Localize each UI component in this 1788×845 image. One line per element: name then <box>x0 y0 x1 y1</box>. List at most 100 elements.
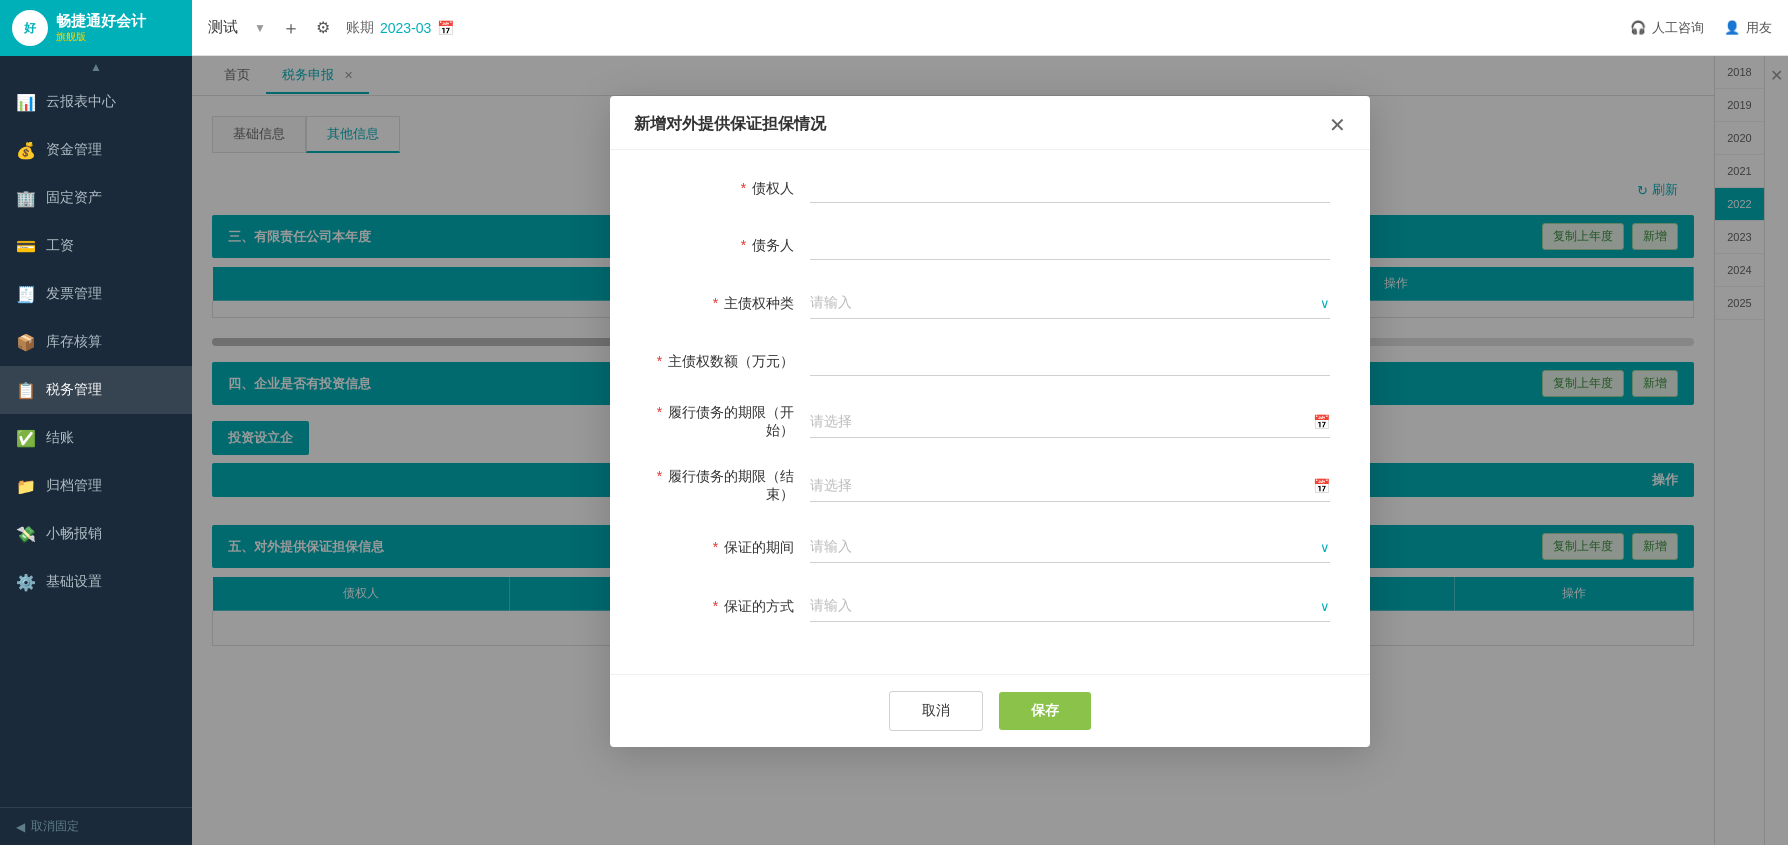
period-value: 2023-03 <box>380 20 431 36</box>
fund-mgmt-label: 资金管理 <box>46 141 102 159</box>
company-dropdown-icon[interactable]: ▼ <box>254 21 266 35</box>
settings-icon[interactable]: ⚙ <box>316 18 330 37</box>
sidebar-bottom-action[interactable]: ◀ 取消固定 <box>0 807 192 845</box>
sidebar-item-invoice-mgmt[interactable]: 🧾 发票管理 <box>0 270 192 318</box>
form-field-debtor: * 债务人 <box>650 231 1330 260</box>
required-mark: * <box>713 598 718 614</box>
invoice-mgmt-label: 发票管理 <box>46 285 102 303</box>
user-button[interactable]: 👤 用友 <box>1724 19 1772 37</box>
sidebar-title-group: 畅捷通好会计 旗舰版 <box>56 12 146 44</box>
app-badge: 旗舰版 <box>56 30 146 44</box>
form-field-creditor: * 债权人 <box>650 174 1330 203</box>
required-mark: * <box>713 539 718 555</box>
input-wrap-creditor <box>810 174 1330 203</box>
required-mark: * <box>741 237 746 253</box>
select-placeholder-guarantee-method: 请输入 <box>810 597 1320 615</box>
basic-settings-label: 基础设置 <box>46 573 102 591</box>
payroll-icon: 💳 <box>16 236 36 256</box>
fund-mgmt-icon: 💰 <box>16 140 36 160</box>
period-selector: 账期 2023-03 📅 <box>346 19 454 37</box>
sidebar-item-archive-mgmt[interactable]: 📁 归档管理 <box>0 462 192 510</box>
service-button[interactable]: 🎧 人工咨询 <box>1630 19 1704 37</box>
sidebar-item-fund-mgmt[interactable]: 💰 资金管理 <box>0 126 192 174</box>
select-placeholder-guarantee-period: 请输入 <box>810 538 1320 556</box>
date-placeholder-start: 请选择 <box>810 413 1313 431</box>
modal-title: 新增对外提供保证担保情况 <box>634 114 826 135</box>
unpin-label: 取消固定 <box>31 818 79 835</box>
tax-mgmt-label: 税务管理 <box>46 381 102 399</box>
modal-close-button[interactable]: ✕ <box>1329 115 1346 135</box>
select-placeholder-debt-type: 请输入 <box>810 294 1320 312</box>
input-wrap-debt-type: 请输入 ∨ <box>810 288 1330 319</box>
required-mark: * <box>657 353 662 369</box>
sidebar-header: 好 畅捷通好会计 旗舰版 <box>0 0 192 56</box>
inventory-icon: 📦 <box>16 332 36 352</box>
sidebar-item-cloud-reports[interactable]: 📊 云报表中心 <box>0 78 192 126</box>
sidebar: 好 畅捷通好会计 旗舰版 ▲ 📊 云报表中心💰 资金管理🏢 固定资产💳 工资🧾 … <box>0 0 192 845</box>
modal-footer: 取消 保存 <box>610 674 1370 747</box>
modal-body: * 债权人 * 债务人 <box>610 150 1370 674</box>
chevron-down-icon: ∨ <box>1320 296 1330 311</box>
sidebar-item-fixed-assets[interactable]: 🏢 固定资产 <box>0 174 192 222</box>
basic-settings-icon: ⚙️ <box>16 572 36 592</box>
sidebar-item-payroll[interactable]: 💳 工资 <box>0 222 192 270</box>
label-debt-amount: * 主债权数额（万元） <box>650 353 810 371</box>
form-field-guarantee-method: * 保证的方式 请输入 ∨ <box>650 591 1330 622</box>
tax-mgmt-icon: 📋 <box>16 380 36 400</box>
checkout-icon: ✅ <box>16 428 36 448</box>
inventory-label: 库存核算 <box>46 333 102 351</box>
select-guarantee-period[interactable]: 请输入 ∨ <box>810 532 1330 563</box>
label-guarantee-period: * 保证的期间 <box>650 539 810 557</box>
modal-header: 新增对外提供保证担保情况 ✕ <box>610 96 1370 150</box>
checkout-label: 结账 <box>46 429 74 447</box>
modal-overlay: 新增对外提供保证担保情况 ✕ * 债权人 <box>192 56 1714 845</box>
fixed-assets-label: 固定资产 <box>46 189 102 207</box>
page-area: 首页 税务申报 ✕ 基础信息 其他信息 <box>192 56 1788 845</box>
date-picker-end[interactable]: 请选择 📅 <box>810 471 1330 502</box>
headset-icon: 🎧 <box>1630 20 1646 35</box>
select-guarantee-method[interactable]: 请输入 ∨ <box>810 591 1330 622</box>
top-bar: 测试 ▼ ＋ ⚙ 账期 2023-03 📅 🎧 人工咨询 👤 用友 <box>192 0 1788 56</box>
required-mark: * <box>657 404 662 420</box>
label-guarantee-method: * 保证的方式 <box>650 598 810 616</box>
input-wrap-debtor <box>810 231 1330 260</box>
label-creditor: * 债权人 <box>650 180 810 198</box>
payroll-label: 工资 <box>46 237 74 255</box>
modal-dialog: 新增对外提供保证担保情况 ✕ * 债权人 <box>610 96 1370 747</box>
sidebar-item-inventory[interactable]: 📦 库存核算 <box>0 318 192 366</box>
expense-icon: 💸 <box>16 524 36 544</box>
sidebar-item-expense[interactable]: 💸 小畅报销 <box>0 510 192 558</box>
calendar-icon-start: 📅 <box>1313 414 1330 430</box>
form-field-debt-amount: * 主债权数额（万元） <box>650 347 1330 376</box>
calendar-icon[interactable]: 📅 <box>437 20 454 36</box>
cancel-button[interactable]: 取消 <box>889 691 983 731</box>
cloud-reports-label: 云报表中心 <box>46 93 116 111</box>
form-field-debt-start: * 履行债务的期限（开始） 请选择 📅 <box>650 404 1330 440</box>
sidebar-item-checkout[interactable]: ✅ 结账 <box>0 414 192 462</box>
sidebar-item-basic-settings[interactable]: ⚙️ 基础设置 <box>0 558 192 606</box>
input-debtor[interactable] <box>810 231 1330 260</box>
date-picker-start[interactable]: 请选择 📅 <box>810 407 1330 438</box>
required-mark: * <box>741 180 746 196</box>
input-wrap-debt-start: 请选择 📅 <box>810 407 1330 438</box>
input-debt-amount[interactable] <box>810 347 1330 376</box>
archive-mgmt-icon: 📁 <box>16 476 36 496</box>
invoice-mgmt-icon: 🧾 <box>16 284 36 304</box>
chevron-down-icon-2: ∨ <box>1320 540 1330 555</box>
sidebar-scroll-up[interactable]: ▲ <box>0 56 192 78</box>
main-content: 测试 ▼ ＋ ⚙ 账期 2023-03 📅 🎧 人工咨询 👤 用友 <box>192 0 1788 845</box>
input-creditor[interactable] <box>810 174 1330 203</box>
required-mark: * <box>657 468 662 484</box>
add-button-topbar[interactable]: ＋ <box>282 16 300 40</box>
label-debtor: * 债务人 <box>650 237 810 255</box>
logo-icon: 好 <box>12 10 48 46</box>
input-wrap-guarantee-method: 请输入 ∨ <box>810 591 1330 622</box>
calendar-icon-end: 📅 <box>1313 478 1330 494</box>
required-mark: * <box>713 295 718 311</box>
save-button[interactable]: 保存 <box>999 692 1091 730</box>
select-debt-type[interactable]: 请输入 ∨ <box>810 288 1330 319</box>
app-title: 畅捷通好会计 <box>56 12 146 30</box>
content-panel: 首页 税务申报 ✕ 基础信息 其他信息 <box>192 56 1714 845</box>
sidebar-item-tax-mgmt[interactable]: 📋 税务管理 <box>0 366 192 414</box>
unpin-icon: ◀ <box>16 820 25 834</box>
